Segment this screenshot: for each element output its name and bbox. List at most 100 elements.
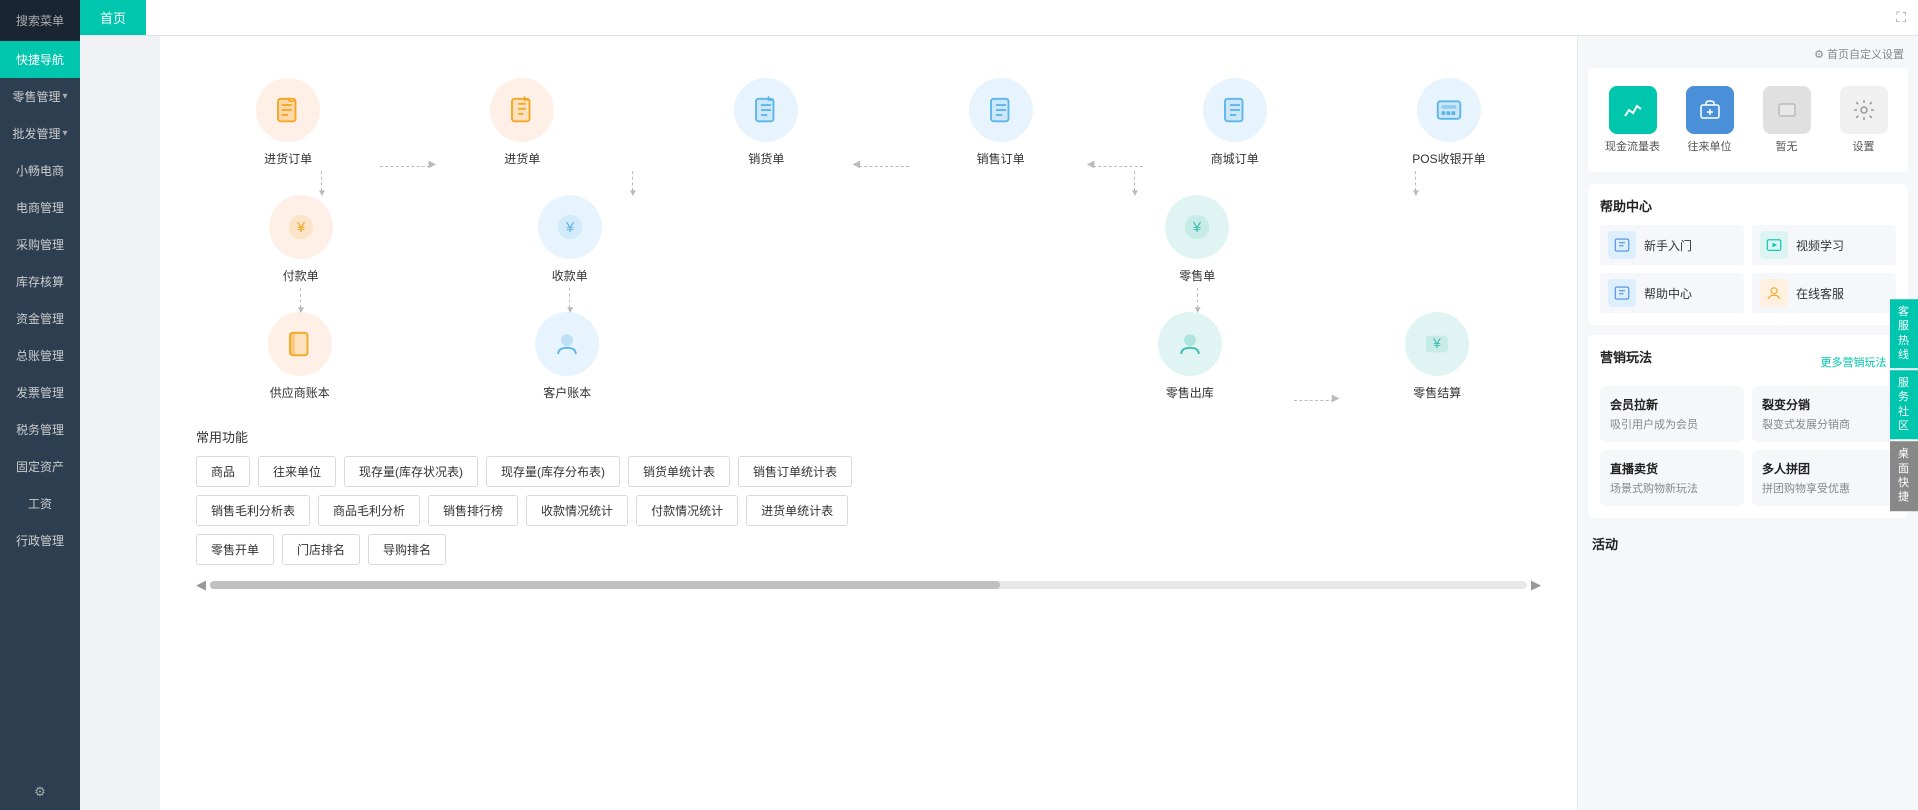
settings-icon xyxy=(1840,86,1888,134)
wf-node-retail-out[interactable]: 零售出库 xyxy=(1086,312,1294,401)
help-item-service[interactable]: 在线客服 xyxy=(1752,273,1896,313)
sidebar-item-quick-nav[interactable]: 快捷导航 xyxy=(0,41,80,78)
float-btn-community[interactable]: 服务社区 xyxy=(1890,370,1918,439)
quick-icon-settings[interactable]: 设置 xyxy=(1829,78,1898,162)
mkt-sub: 吸引用户成为会员 xyxy=(1610,416,1734,432)
mkt-item-live[interactable]: 直播卖货 场景式购物新玩法 xyxy=(1600,450,1744,506)
func-btn-units[interactable]: 往来单位 xyxy=(258,456,336,487)
sidebar-item-admin[interactable]: 行政管理 xyxy=(0,522,80,559)
mkt-item-fission[interactable]: 裂变分销 裂变式发展分销商 xyxy=(1752,386,1896,442)
customize-label: 首页自定义设置 xyxy=(1827,46,1904,62)
settings-icon[interactable]: ⚙ xyxy=(0,774,80,810)
sidebar-item-label: 库存核算 xyxy=(16,273,64,290)
wf-node-receipt[interactable]: ¥ 收款单 xyxy=(465,195,674,284)
marketing-card: 营销玩法 更多营销玩法 > 会员拉新 吸引用户成为会员 裂变分销 裂变式发展分销… xyxy=(1588,335,1908,518)
retail-out-icon xyxy=(1158,312,1222,376)
help-item-help[interactable]: 帮助中心 xyxy=(1600,273,1744,313)
sidebar-item-invoice[interactable]: 发票管理 xyxy=(0,374,80,411)
scroll-right-arrow[interactable]: ▶ xyxy=(1531,577,1541,593)
mkt-item-member[interactable]: 会员拉新 吸引用户成为会员 xyxy=(1600,386,1744,442)
sidebar-item-finance[interactable]: 资金管理 xyxy=(0,300,80,337)
mkt-title: 直播卖货 xyxy=(1610,460,1734,477)
wf-node-pos[interactable]: POS收银开单 xyxy=(1357,78,1541,167)
func-btn-retail-order[interactable]: 零售开单 xyxy=(196,534,274,565)
sidebar-item-label: 发票管理 xyxy=(16,384,64,401)
wf-node-customer-book[interactable]: 客户账本 xyxy=(464,312,672,401)
node-label: POS收银开单 xyxy=(1412,150,1485,167)
mkt-sub: 拼团购物享受优惠 xyxy=(1762,480,1886,496)
func-btn-receipt-stat[interactable]: 收款情况统计 xyxy=(526,495,628,526)
sidebar-search[interactable]: 搜索菜单 xyxy=(0,0,80,41)
connector-v-retail xyxy=(1197,288,1198,308)
video-icon xyxy=(1760,231,1788,259)
quick-icon-none[interactable]: 暂无 xyxy=(1752,78,1821,162)
sidebar-item-wholesale[interactable]: 批发管理 ▾ xyxy=(0,115,80,152)
sidebar-item-tax[interactable]: 税务管理 xyxy=(0,411,80,448)
wf-node-sales[interactable]: 销货单 xyxy=(674,78,858,167)
connector-v-purchase xyxy=(321,171,322,191)
func-btn-sales-stat[interactable]: 销货单统计表 xyxy=(628,456,730,487)
mkt-item-group[interactable]: 多人拼团 拼团购物享受优惠 xyxy=(1752,450,1896,506)
help-item-label: 新手入门 xyxy=(1644,237,1692,254)
func-btn-payment-stat[interactable]: 付款情况统计 xyxy=(636,495,738,526)
float-btn-service[interactable]: 客服热线 xyxy=(1890,299,1918,368)
none-icon xyxy=(1763,86,1811,134)
scroll-track[interactable] xyxy=(210,581,1527,589)
func-btn-goods[interactable]: 商品 xyxy=(196,456,250,487)
qi-label: 暂无 xyxy=(1776,138,1798,154)
node-label: 进货单 xyxy=(504,150,540,167)
wf-node-mall-order[interactable]: 商城订单 xyxy=(1143,78,1327,167)
help-item-video[interactable]: 视频学习 xyxy=(1752,225,1896,265)
func-btn-sales-profit[interactable]: 销售毛利分析表 xyxy=(196,495,310,526)
sidebar-item-ecommerce-small[interactable]: 小畅电商 xyxy=(0,152,80,189)
left-panel: 进货订单 ▶ 进货单 xyxy=(160,36,1578,810)
wf-node-retail-settle[interactable]: ¥ 零售结算 xyxy=(1334,312,1542,401)
sidebar-item-retail[interactable]: 零售管理 ▾ xyxy=(0,78,80,115)
sidebar-item-fixed-assets[interactable]: 固定资产 xyxy=(0,448,80,485)
customize-button[interactable]: ⚙ 首页自定义设置 xyxy=(1814,46,1904,62)
help-item-beginner[interactable]: 新手入门 xyxy=(1600,225,1744,265)
mkt-sub: 场景式购物新玩法 xyxy=(1610,480,1734,496)
quick-icon-cashflow[interactable]: 现金流量表 xyxy=(1598,78,1667,162)
func-btn-purchase-stat[interactable]: 进货单统计表 xyxy=(746,495,848,526)
cashflow-icon xyxy=(1609,86,1657,134)
mkt-sub: 裂变式发展分销商 xyxy=(1762,416,1886,432)
gear-icon: ⚙ xyxy=(1814,48,1824,61)
help-item-label: 帮助中心 xyxy=(1644,285,1692,302)
func-btn-sales-rank[interactable]: 销售排行榜 xyxy=(428,495,518,526)
func-btn-sales-order-stat[interactable]: 销售订单统计表 xyxy=(738,456,852,487)
sidebar-item-label: 采购管理 xyxy=(16,236,64,253)
sidebar-item-ledger[interactable]: 总账管理 xyxy=(0,337,80,374)
wf-node-purchase[interactable]: 进货单 xyxy=(430,78,614,167)
marketing-title: 营销玩法 xyxy=(1600,347,1652,366)
qi-label: 往来单位 xyxy=(1688,138,1732,154)
wf-node-sales-order[interactable]: 销售订单 xyxy=(909,78,1093,167)
node-label: 零售单 xyxy=(1179,267,1215,284)
mall-order-icon xyxy=(1203,78,1267,142)
func-btn-guide-rank[interactable]: 导购排名 xyxy=(368,534,446,565)
sidebar-item-purchase[interactable]: 采购管理 xyxy=(0,226,80,263)
wf-node-payment[interactable]: ¥ 付款单 xyxy=(196,195,405,284)
more-marketing-link[interactable]: 更多营销玩法 > xyxy=(1821,354,1896,370)
wf-node-purchase-order[interactable]: 进货订单 xyxy=(196,78,380,167)
supplier-book-icon xyxy=(268,312,332,376)
sidebar-item-inventory[interactable]: 库存核算 xyxy=(0,263,80,300)
scroll-left-arrow[interactable]: ◀ xyxy=(196,577,206,593)
workflow-diagram: 进货订单 ▶ 进货单 xyxy=(196,68,1541,411)
wf-node-retail-order[interactable]: ¥ 零售单 xyxy=(1093,195,1302,284)
quick-icon-units[interactable]: 往来单位 xyxy=(1675,78,1744,162)
tab-home[interactable]: 首页 xyxy=(80,0,146,35)
retail-order-icon: ¥ xyxy=(1165,195,1229,259)
wf-node-supplier-book[interactable]: 供应商账本 xyxy=(196,312,404,401)
topbar: 首页 ⛶ xyxy=(80,0,1918,36)
fullscreen-button[interactable]: ⛶ xyxy=(1896,9,1906,26)
float-btn-desktop[interactable]: 桌面快捷 xyxy=(1890,442,1918,511)
sidebar-item-salary[interactable]: 工资 xyxy=(0,485,80,522)
sidebar-item-ecommerce-mgmt[interactable]: 电商管理 xyxy=(0,189,80,226)
mkt-title: 会员拉新 xyxy=(1610,396,1734,413)
func-btn-goods-profit[interactable]: 商品毛利分析 xyxy=(318,495,420,526)
func-btn-stock1[interactable]: 现存量(库存状况表) xyxy=(344,456,478,487)
func-btn-store-rank[interactable]: 门店排名 xyxy=(282,534,360,565)
func-btn-stock2[interactable]: 现存量(库存分布表) xyxy=(486,456,620,487)
connector-v-payment xyxy=(300,288,301,308)
